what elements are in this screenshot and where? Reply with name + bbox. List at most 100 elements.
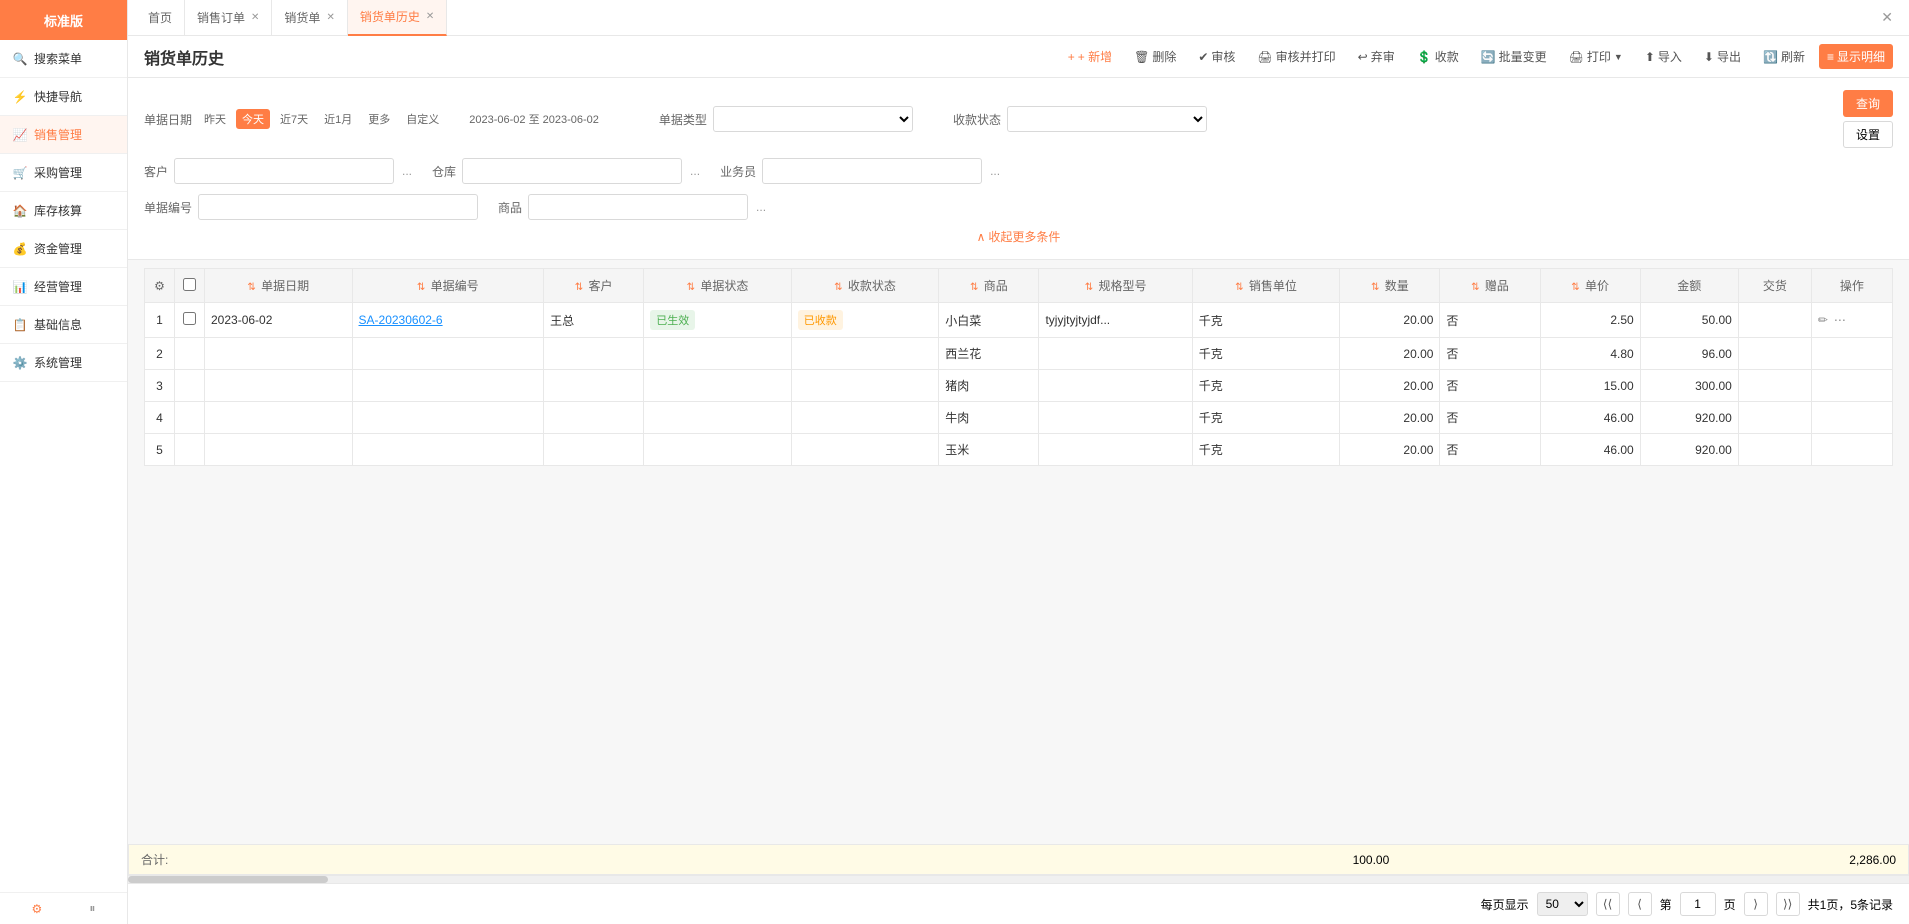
date-pill-custom[interactable]: 自定义 — [400, 109, 445, 129]
col-gift[interactable]: ⇅ 赠品 — [1440, 269, 1540, 303]
cell-row-num: 1 — [145, 303, 175, 338]
sidebar-collapse-icon[interactable]: ⏸ — [89, 901, 95, 916]
first-page-button[interactable]: ⟨⟨ — [1596, 892, 1620, 916]
batch-change-button[interactable]: 🔄 批量变更 — [1473, 44, 1555, 69]
goods-input[interactable] — [528, 194, 748, 220]
sidebar-item-sys-mgmt[interactable]: ⚙️ 系统管理 — [0, 344, 127, 382]
col-unit[interactable]: ⇅ 销售单位 — [1192, 269, 1340, 303]
sidebar-item-search-menu[interactable]: 🔍 搜索菜单 — [0, 40, 127, 78]
last-page-button[interactable]: ⟩⟩ — [1776, 892, 1800, 916]
table-row: 4 牛肉 千克 20.00 否 46.00 920.00 — [145, 402, 1893, 434]
new-button[interactable]: + + 新增 — [1060, 44, 1120, 69]
close-all-tabs-button[interactable]: ✕ — [1873, 9, 1901, 26]
current-page-input[interactable] — [1680, 892, 1716, 916]
select-all-checkbox[interactable] — [183, 278, 196, 291]
doc-number-link[interactable]: SA-20230602-6 — [359, 313, 443, 327]
export-button[interactable]: ⬇ 导出 — [1696, 44, 1749, 69]
payment-status-select[interactable] — [1007, 106, 1207, 132]
per-page-select[interactable]: 50 100 — [1537, 892, 1588, 916]
tab-sales-history[interactable]: 销货单历史 ✕ — [348, 0, 447, 36]
cell-doc-number[interactable] — [352, 434, 544, 466]
next-page-button[interactable]: ⟩ — [1744, 892, 1768, 916]
audit-print-button[interactable]: 🖨 审核并打印 — [1249, 44, 1343, 69]
tab-close-sales-history[interactable]: ✕ — [426, 11, 434, 22]
col-doc-date[interactable]: ⇅ 单据日期 — [205, 269, 353, 303]
sidebar-logo: 标准版 — [0, 0, 127, 40]
import-button[interactable]: ⬆ 导入 — [1637, 44, 1690, 69]
cell-doc-number[interactable] — [352, 338, 544, 370]
tab-bar: 首页 销售订单 ✕ 销货单 ✕ 销货单历史 ✕ ✕ — [128, 0, 1909, 36]
col-spec[interactable]: ⇅ 规格型号 — [1039, 269, 1192, 303]
date-pill-1month[interactable]: 近1月 — [318, 109, 358, 129]
collapse-filter-button[interactable]: ∧ 收起更多条件 — [144, 226, 1893, 247]
abandon-button[interactable]: ↩ 弃审 — [1350, 44, 1403, 69]
scrollbar-thumb[interactable] — [128, 876, 328, 883]
cell-doc-date: 2023-06-02 — [205, 303, 353, 338]
refresh-button[interactable]: 🔃 刷新 — [1755, 44, 1813, 69]
cell-doc-number[interactable] — [352, 402, 544, 434]
goods-ellipsis[interactable]: ... — [756, 200, 766, 214]
print-button[interactable]: 🖨 打印 ▼ — [1561, 44, 1631, 69]
cell-unit-price: 2.50 — [1540, 303, 1640, 338]
cell-doc-number[interactable] — [352, 370, 544, 402]
sidebar-item-sales-mgmt[interactable]: 📈 销售管理 — [0, 116, 127, 154]
date-pill-yesterday[interactable]: 昨天 — [198, 109, 232, 129]
cell-doc-number[interactable]: SA-20230602-6 — [352, 303, 544, 338]
horizontal-scrollbar[interactable] — [128, 875, 1909, 883]
doc-number-input[interactable] — [198, 194, 478, 220]
sidebar-item-fund-mgmt[interactable]: 💰 资金管理 — [0, 230, 127, 268]
salesperson-input[interactable] — [762, 158, 982, 184]
col-amount: 金额 — [1640, 269, 1738, 303]
date-pill-today[interactable]: 今天 — [236, 109, 270, 129]
per-page-label: 每页显示 — [1481, 896, 1529, 913]
sidebar-item-ops-mgmt[interactable]: 📊 经营管理 — [0, 268, 127, 306]
collect-button[interactable]: 💲 收款 — [1409, 44, 1467, 69]
col-quantity[interactable]: ⇅ 数量 — [1340, 269, 1440, 303]
cell-checkbox[interactable] — [175, 370, 205, 402]
warehouse-input[interactable] — [462, 158, 682, 184]
cell-amount: 920.00 — [1640, 402, 1738, 434]
collect-icon: 💲 — [1417, 50, 1432, 64]
warehouse-ellipsis[interactable]: ... — [690, 164, 700, 178]
customer-ellipsis[interactable]: ... — [402, 164, 412, 178]
sidebar-item-purchase-mgmt[interactable]: 🛒 采购管理 — [0, 154, 127, 192]
sidebar-item-label: 系统管理 — [34, 354, 82, 371]
tab-sales-order[interactable]: 销售订单 ✕ — [185, 0, 272, 36]
customer-input[interactable] — [174, 158, 394, 184]
col-customer[interactable]: ⇅ 客户 — [544, 269, 644, 303]
col-doc-number[interactable]: ⇅ 单据编号 — [352, 269, 544, 303]
query-button[interactable]: 查询 — [1843, 90, 1893, 117]
col-payment-status[interactable]: ⇅ 收款状态 — [791, 269, 939, 303]
date-pill-more[interactable]: 更多 — [362, 109, 396, 129]
prev-page-button[interactable]: ⟨ — [1628, 892, 1652, 916]
cell-doc-status — [644, 402, 792, 434]
sidebar-item-basic-info[interactable]: 📋 基础信息 — [0, 306, 127, 344]
tab-home[interactable]: 首页 — [136, 0, 185, 36]
cell-checkbox[interactable] — [175, 434, 205, 466]
col-gear[interactable]: ⚙ — [145, 269, 175, 303]
cell-checkbox[interactable] — [175, 303, 205, 338]
tab-close-sales-goods[interactable]: ✕ — [326, 12, 334, 23]
sidebar-item-quick-nav[interactable]: ⚡ 快捷导航 — [0, 78, 127, 116]
salesperson-ellipsis[interactable]: ... — [990, 164, 1000, 178]
sidebar-settings-icon[interactable]: ⚙ — [32, 902, 43, 916]
delete-button[interactable]: 🗑 删除 — [1126, 44, 1184, 69]
col-goods[interactable]: ⇅ 商品 — [939, 269, 1039, 303]
cell-actions: ✏⋯ — [1811, 303, 1892, 338]
cell-checkbox[interactable] — [175, 402, 205, 434]
cell-quantity: 20.00 — [1340, 303, 1440, 338]
doc-type-select[interactable] — [713, 106, 913, 132]
more-icon[interactable]: ⋯ — [1834, 313, 1846, 327]
audit-button[interactable]: ✔ 审核 — [1190, 44, 1243, 69]
show-detail-button[interactable]: ≡ 显示明细 — [1819, 44, 1893, 69]
col-doc-status[interactable]: ⇅ 单据状态 — [644, 269, 792, 303]
settings-button[interactable]: 设置 — [1843, 121, 1893, 148]
edit-icon[interactable]: ✏ — [1818, 313, 1828, 327]
tab-close-sales-order[interactable]: ✕ — [251, 12, 259, 23]
gear-settings-icon[interactable]: ⚙ — [154, 279, 165, 293]
cell-checkbox[interactable] — [175, 338, 205, 370]
col-unit-price[interactable]: ⇅ 单价 — [1540, 269, 1640, 303]
sidebar-item-inventory[interactable]: 🏠 库存核算 — [0, 192, 127, 230]
date-pill-7days[interactable]: 近7天 — [274, 109, 314, 129]
tab-sales-goods[interactable]: 销货单 ✕ — [272, 0, 347, 36]
